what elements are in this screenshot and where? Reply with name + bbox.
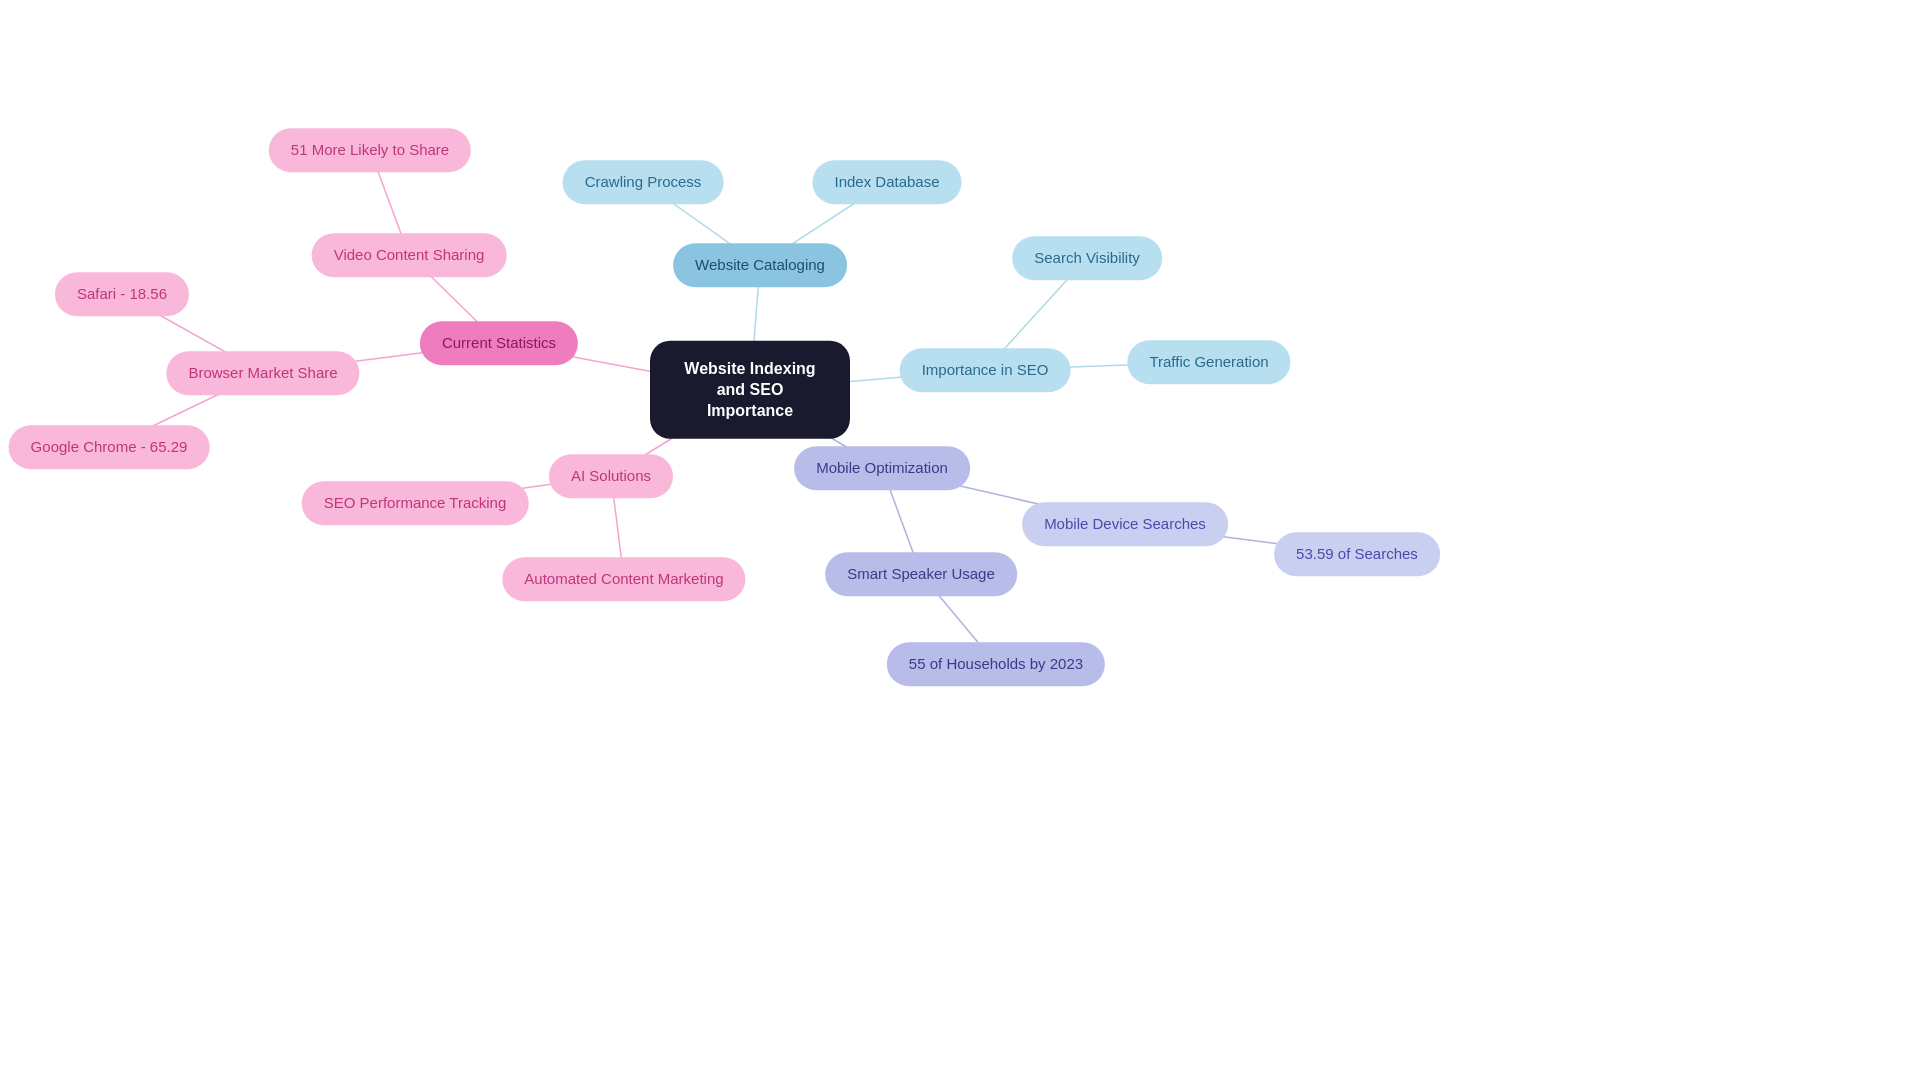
node-label-53_searches: 53.59 of Searches (1296, 544, 1418, 564)
node-53_searches[interactable]: 53.59 of Searches (1274, 532, 1440, 576)
node-index_database[interactable]: Index Database (812, 160, 961, 204)
node-safari[interactable]: Safari - 18.56 (55, 272, 189, 316)
node-label-safari: Safari - 18.56 (77, 284, 167, 304)
node-mobile_optimization[interactable]: Mobile Optimization (794, 446, 970, 490)
node-automated_content[interactable]: Automated Content Marketing (502, 557, 745, 601)
node-label-mobile_device_searches: Mobile Device Searches (1044, 514, 1206, 534)
node-search_visibility[interactable]: Search Visibility (1012, 236, 1162, 280)
node-website_cataloging[interactable]: Website Cataloging (673, 243, 847, 287)
node-current_statistics[interactable]: Current Statistics (420, 321, 578, 365)
node-label-mobile_optimization: Mobile Optimization (816, 458, 948, 478)
node-video_content_sharing[interactable]: Video Content Sharing (312, 233, 507, 277)
node-smart_speaker_usage[interactable]: Smart Speaker Usage (825, 552, 1017, 596)
node-mobile_device_searches[interactable]: Mobile Device Searches (1022, 502, 1228, 546)
node-label-index_database: Index Database (834, 172, 939, 192)
node-seo_performance[interactable]: SEO Performance Tracking (302, 481, 529, 525)
node-label-current_statistics: Current Statistics (442, 333, 556, 353)
node-label-website_cataloging: Website Cataloging (695, 255, 825, 275)
node-label-55_households: 55 of Households by 2023 (909, 654, 1083, 674)
node-label-google_chrome: Google Chrome - 65.29 (31, 437, 188, 457)
node-ai_solutions[interactable]: AI Solutions (549, 454, 673, 498)
node-55_households[interactable]: 55 of Households by 2023 (887, 642, 1105, 686)
node-label-video_content_sharing: Video Content Sharing (334, 245, 485, 265)
node-label-51_more_likely: 51 More Likely to Share (291, 140, 449, 160)
node-label-smart_speaker_usage: Smart Speaker Usage (847, 564, 995, 584)
node-label-seo_performance: SEO Performance Tracking (324, 493, 507, 513)
node-crawling_process[interactable]: Crawling Process (563, 160, 724, 204)
node-traffic_generation[interactable]: Traffic Generation (1127, 340, 1290, 384)
node-label-search_visibility: Search Visibility (1034, 248, 1140, 268)
node-label-center: Website Indexing and SEO Importance (674, 359, 826, 421)
node-label-browser_market_share: Browser Market Share (188, 363, 337, 383)
node-center[interactable]: Website Indexing and SEO Importance (650, 341, 850, 439)
node-importance_in_seo[interactable]: Importance in SEO (900, 348, 1071, 392)
node-browser_market_share[interactable]: Browser Market Share (166, 351, 359, 395)
node-label-automated_content: Automated Content Marketing (524, 569, 723, 589)
node-google_chrome[interactable]: Google Chrome - 65.29 (9, 425, 210, 469)
node-label-importance_in_seo: Importance in SEO (922, 360, 1049, 380)
node-label-ai_solutions: AI Solutions (571, 466, 651, 486)
node-label-crawling_process: Crawling Process (585, 172, 702, 192)
mindmap-container: Website Indexing and SEO Importance Websi… (0, 0, 1920, 1083)
node-label-traffic_generation: Traffic Generation (1149, 352, 1268, 372)
node-51_more_likely[interactable]: 51 More Likely to Share (269, 128, 471, 172)
